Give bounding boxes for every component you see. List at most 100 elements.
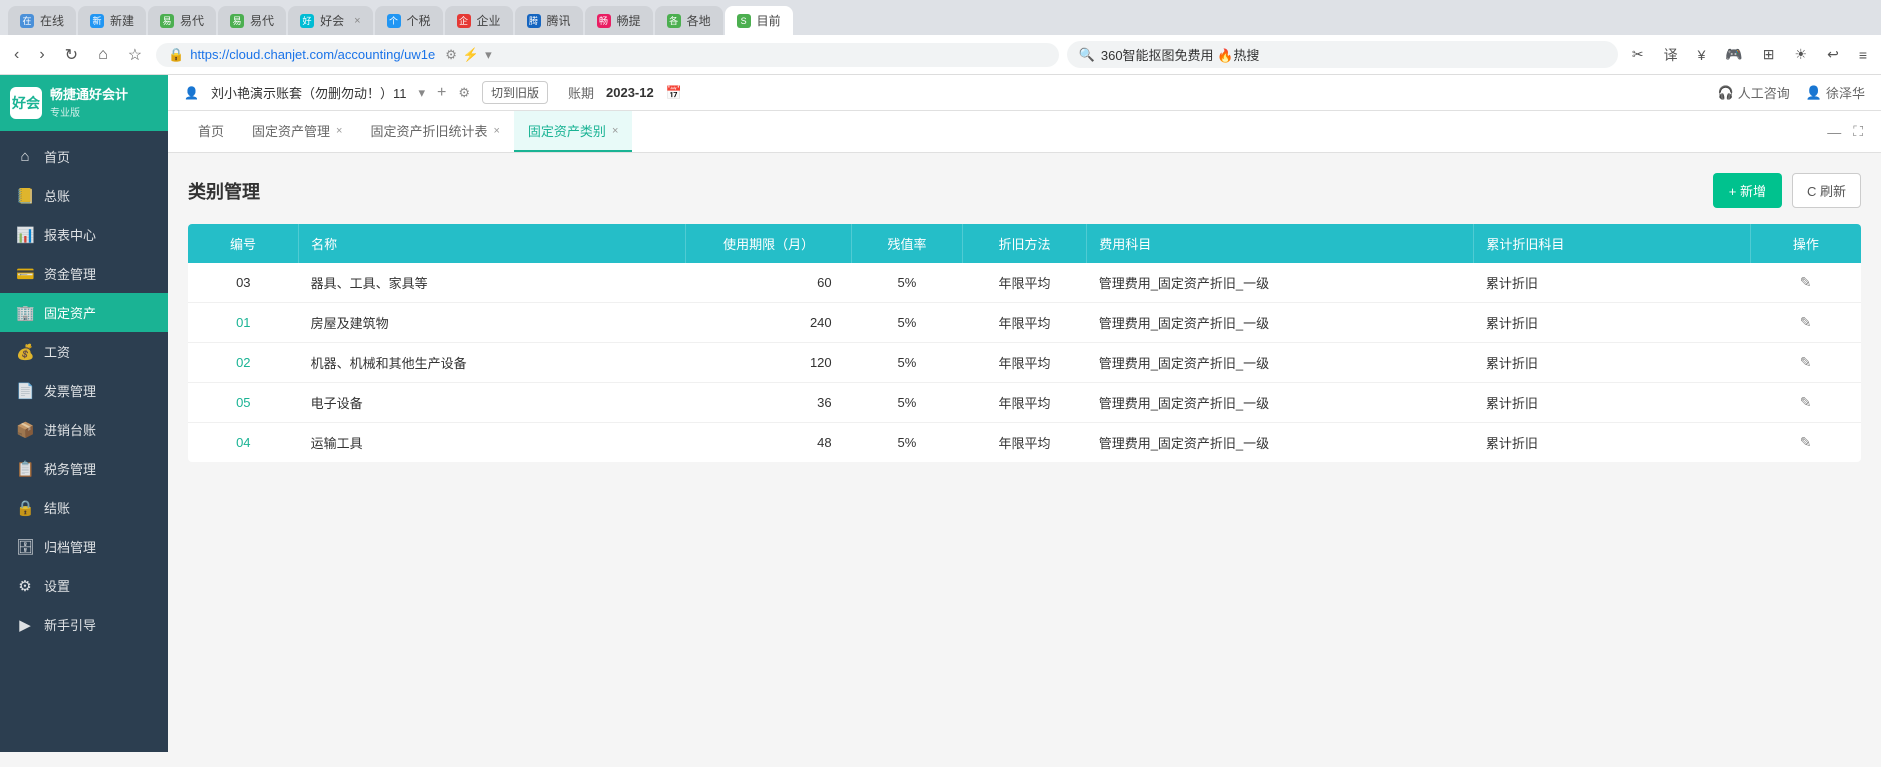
cell-period: 240 bbox=[686, 303, 852, 343]
wallet-icon[interactable]: ¥ bbox=[1692, 45, 1712, 65]
scissors-icon[interactable]: ✂ bbox=[1626, 44, 1650, 65]
browser-tab-tab8[interactable]: 腾腾讯 bbox=[515, 6, 583, 35]
sidebar-item-guide[interactable]: ▶新手引导 bbox=[0, 605, 168, 644]
dropdown-icon: ▾ bbox=[485, 47, 492, 63]
back-button[interactable]: ‹ bbox=[8, 44, 25, 66]
cell-method: 年限平均 bbox=[962, 303, 1086, 343]
col-method: 折旧方法 bbox=[962, 224, 1086, 263]
home-button[interactable]: ⌂ bbox=[92, 44, 114, 66]
app-topbar: 👤 刘小艳演示账套（勿删勿动！）11 ▾ + ⚙ 切到旧版 账期 2023-12… bbox=[168, 75, 1881, 111]
tab-depreciation[interactable]: 固定资产折旧统计表 × bbox=[356, 111, 513, 152]
sidebar-item-tax[interactable]: 📋税务管理 bbox=[0, 449, 168, 488]
search-icon: 🔍 bbox=[1079, 47, 1095, 63]
tab-home[interactable]: 首页 bbox=[184, 111, 238, 152]
sidebar-item-home[interactable]: ⌂首页 bbox=[0, 137, 168, 176]
tab-fixed-asset-mgmt-close[interactable]: × bbox=[336, 125, 342, 137]
col-accumulated: 累计折旧科目 bbox=[1474, 224, 1751, 263]
add-company-icon[interactable]: + bbox=[437, 84, 446, 102]
sidebar-item-ledger[interactable]: 📒总账 bbox=[0, 176, 168, 215]
sidebar-label-home: 首页 bbox=[44, 147, 70, 166]
game-icon[interactable]: 🎮 bbox=[1719, 44, 1748, 65]
tab-close-btn[interactable]: × bbox=[354, 15, 360, 27]
tab-category[interactable]: 固定资产类别 × bbox=[514, 111, 632, 152]
sidebar-item-purchase-sales[interactable]: 📦进销台账 bbox=[0, 410, 168, 449]
col-name: 名称 bbox=[299, 224, 686, 263]
category-table: 编号 名称 使用期限（月） 残值率 折旧方法 费用科目 累计折旧科目 操作 03… bbox=[188, 224, 1861, 462]
browser-tab-tab5[interactable]: 好好会× bbox=[288, 6, 372, 35]
tab-fixed-asset-mgmt[interactable]: 固定资产管理 × bbox=[238, 111, 356, 152]
sidebar-label-funds: 资金管理 bbox=[44, 264, 96, 283]
tab-favicon: 腾 bbox=[527, 14, 541, 28]
sidebar: 好会 畅捷通好会计 专业版 ⌂首页📒总账📊报表中心💳资金管理🏢固定资产💰工资📄发… bbox=[0, 75, 168, 752]
support-link[interactable]: 🎧 人工咨询 bbox=[1718, 83, 1790, 102]
tab-category-close[interactable]: × bbox=[612, 125, 618, 137]
add-button[interactable]: + 新增 bbox=[1713, 173, 1782, 208]
sidebar-item-invoice[interactable]: 📄发票管理 bbox=[0, 371, 168, 410]
browser-tab-tab1[interactable]: 在在线 bbox=[8, 6, 76, 35]
cell-method: 年限平均 bbox=[962, 383, 1086, 423]
table-body: 03 器具、工具、家具等 60 5% 年限平均 管理费用_固定资产折旧_一级 累… bbox=[188, 263, 1861, 462]
sidebar-icon-ledger: 📒 bbox=[16, 187, 34, 205]
logo-text-area: 畅捷通好会计 专业版 bbox=[50, 87, 128, 119]
support-label: 人工咨询 bbox=[1738, 83, 1790, 102]
headphone-icon: 🎧 bbox=[1718, 85, 1734, 101]
tab-favicon: 易 bbox=[160, 14, 174, 28]
address-bar[interactable]: 🔒 https://cloud.chanjet.com/accounting/u… bbox=[156, 43, 1059, 67]
table-row: 03 器具、工具、家具等 60 5% 年限平均 管理费用_固定资产折旧_一级 累… bbox=[188, 263, 1861, 303]
app-container: 好会 畅捷通好会计 专业版 ⌂首页📒总账📊报表中心💳资金管理🏢固定资产💰工资📄发… bbox=[0, 75, 1881, 752]
refresh-button[interactable]: ↻ bbox=[59, 43, 84, 67]
table-row: 04 运输工具 48 5% 年限平均 管理费用_固定资产折旧_一级 累计折旧 ✎ bbox=[188, 423, 1861, 463]
search-bar[interactable]: 🔍 360智能抠图免费用 🔥热搜 bbox=[1067, 41, 1618, 68]
sidebar-item-settings[interactable]: ⚙设置 bbox=[0, 566, 168, 605]
edit-button[interactable]: ✎ bbox=[1796, 392, 1816, 413]
translate-icon[interactable]: 译 bbox=[1658, 43, 1684, 67]
browser-tab-tab4[interactable]: 易易代 bbox=[218, 6, 286, 35]
sidebar-item-archive[interactable]: 🗄归档管理 bbox=[0, 527, 168, 566]
undo-icon[interactable]: ↩ bbox=[1821, 44, 1845, 65]
browser-tab-tab3[interactable]: 易易代 bbox=[148, 6, 216, 35]
cell-name: 运输工具 bbox=[299, 423, 686, 463]
menu-icon[interactable]: ≡ bbox=[1853, 45, 1873, 65]
tab-home-label: 首页 bbox=[198, 121, 224, 140]
tab-depreciation-close[interactable]: × bbox=[493, 125, 499, 137]
cell-code: 04 bbox=[188, 423, 299, 463]
browser-tab-tab7[interactable]: 企企业 bbox=[445, 6, 513, 35]
edit-button[interactable]: ✎ bbox=[1796, 352, 1816, 373]
browser-tab-tab2[interactable]: 新新建 bbox=[78, 6, 146, 35]
sidebar-item-salary[interactable]: 💰工资 bbox=[0, 332, 168, 371]
grid-icon[interactable]: ⊞ bbox=[1757, 44, 1781, 65]
edit-button[interactable]: ✎ bbox=[1796, 432, 1816, 453]
sidebar-item-closing[interactable]: 🔒结账 bbox=[0, 488, 168, 527]
window-controls: — ⛶ bbox=[1825, 121, 1865, 142]
calendar-icon[interactable]: 📅 bbox=[666, 85, 682, 101]
browser-tab-tab10[interactable]: 各各地 bbox=[655, 6, 723, 35]
maximize-window-button[interactable]: ⛶ bbox=[1851, 121, 1865, 142]
browser-tab-tab11[interactable]: S目前 bbox=[725, 6, 793, 35]
browser-tab-tab9[interactable]: 畅畅提 bbox=[585, 6, 653, 35]
company-expand-icon[interactable]: ▾ bbox=[418, 85, 425, 101]
bookmark-button[interactable]: ☆ bbox=[122, 43, 148, 67]
sidebar-item-funds[interactable]: 💳资金管理 bbox=[0, 254, 168, 293]
forward-button[interactable]: › bbox=[33, 44, 50, 66]
sidebar-item-fixed-assets[interactable]: 🏢固定资产 bbox=[0, 293, 168, 332]
tab-label: 好会 bbox=[320, 12, 344, 29]
tab-fixed-asset-mgmt-label: 固定资产管理 bbox=[252, 121, 330, 140]
sidebar-logo: 好会 畅捷通好会计 专业版 bbox=[0, 75, 168, 131]
edit-button[interactable]: ✎ bbox=[1796, 312, 1816, 333]
user-menu[interactable]: 👤 徐泽华 bbox=[1806, 83, 1865, 102]
browser-tab-tab6[interactable]: 个个税 bbox=[375, 6, 443, 35]
sidebar-item-reports[interactable]: 📊报表中心 bbox=[0, 215, 168, 254]
minimize-window-button[interactable]: — bbox=[1825, 121, 1843, 142]
logo-title: 畅捷通好会计 bbox=[50, 87, 128, 104]
tab-favicon: 在 bbox=[20, 14, 34, 28]
tab-label: 目前 bbox=[757, 12, 781, 29]
sidebar-label-closing: 结账 bbox=[44, 498, 70, 517]
refresh-button-page[interactable]: C 刷新 bbox=[1792, 173, 1861, 208]
version-switch-button[interactable]: 切到旧版 bbox=[482, 81, 548, 104]
brightness-icon[interactable]: ☀ bbox=[1789, 44, 1814, 65]
company-dropdown-icon: 👤 bbox=[184, 86, 199, 100]
table-row: 05 电子设备 36 5% 年限平均 管理费用_固定资产折旧_一级 累计折旧 ✎ bbox=[188, 383, 1861, 423]
settings-icon[interactable]: ⚙ bbox=[458, 85, 470, 101]
edit-button[interactable]: ✎ bbox=[1796, 272, 1816, 293]
logo-icon: 好会 bbox=[10, 87, 42, 119]
